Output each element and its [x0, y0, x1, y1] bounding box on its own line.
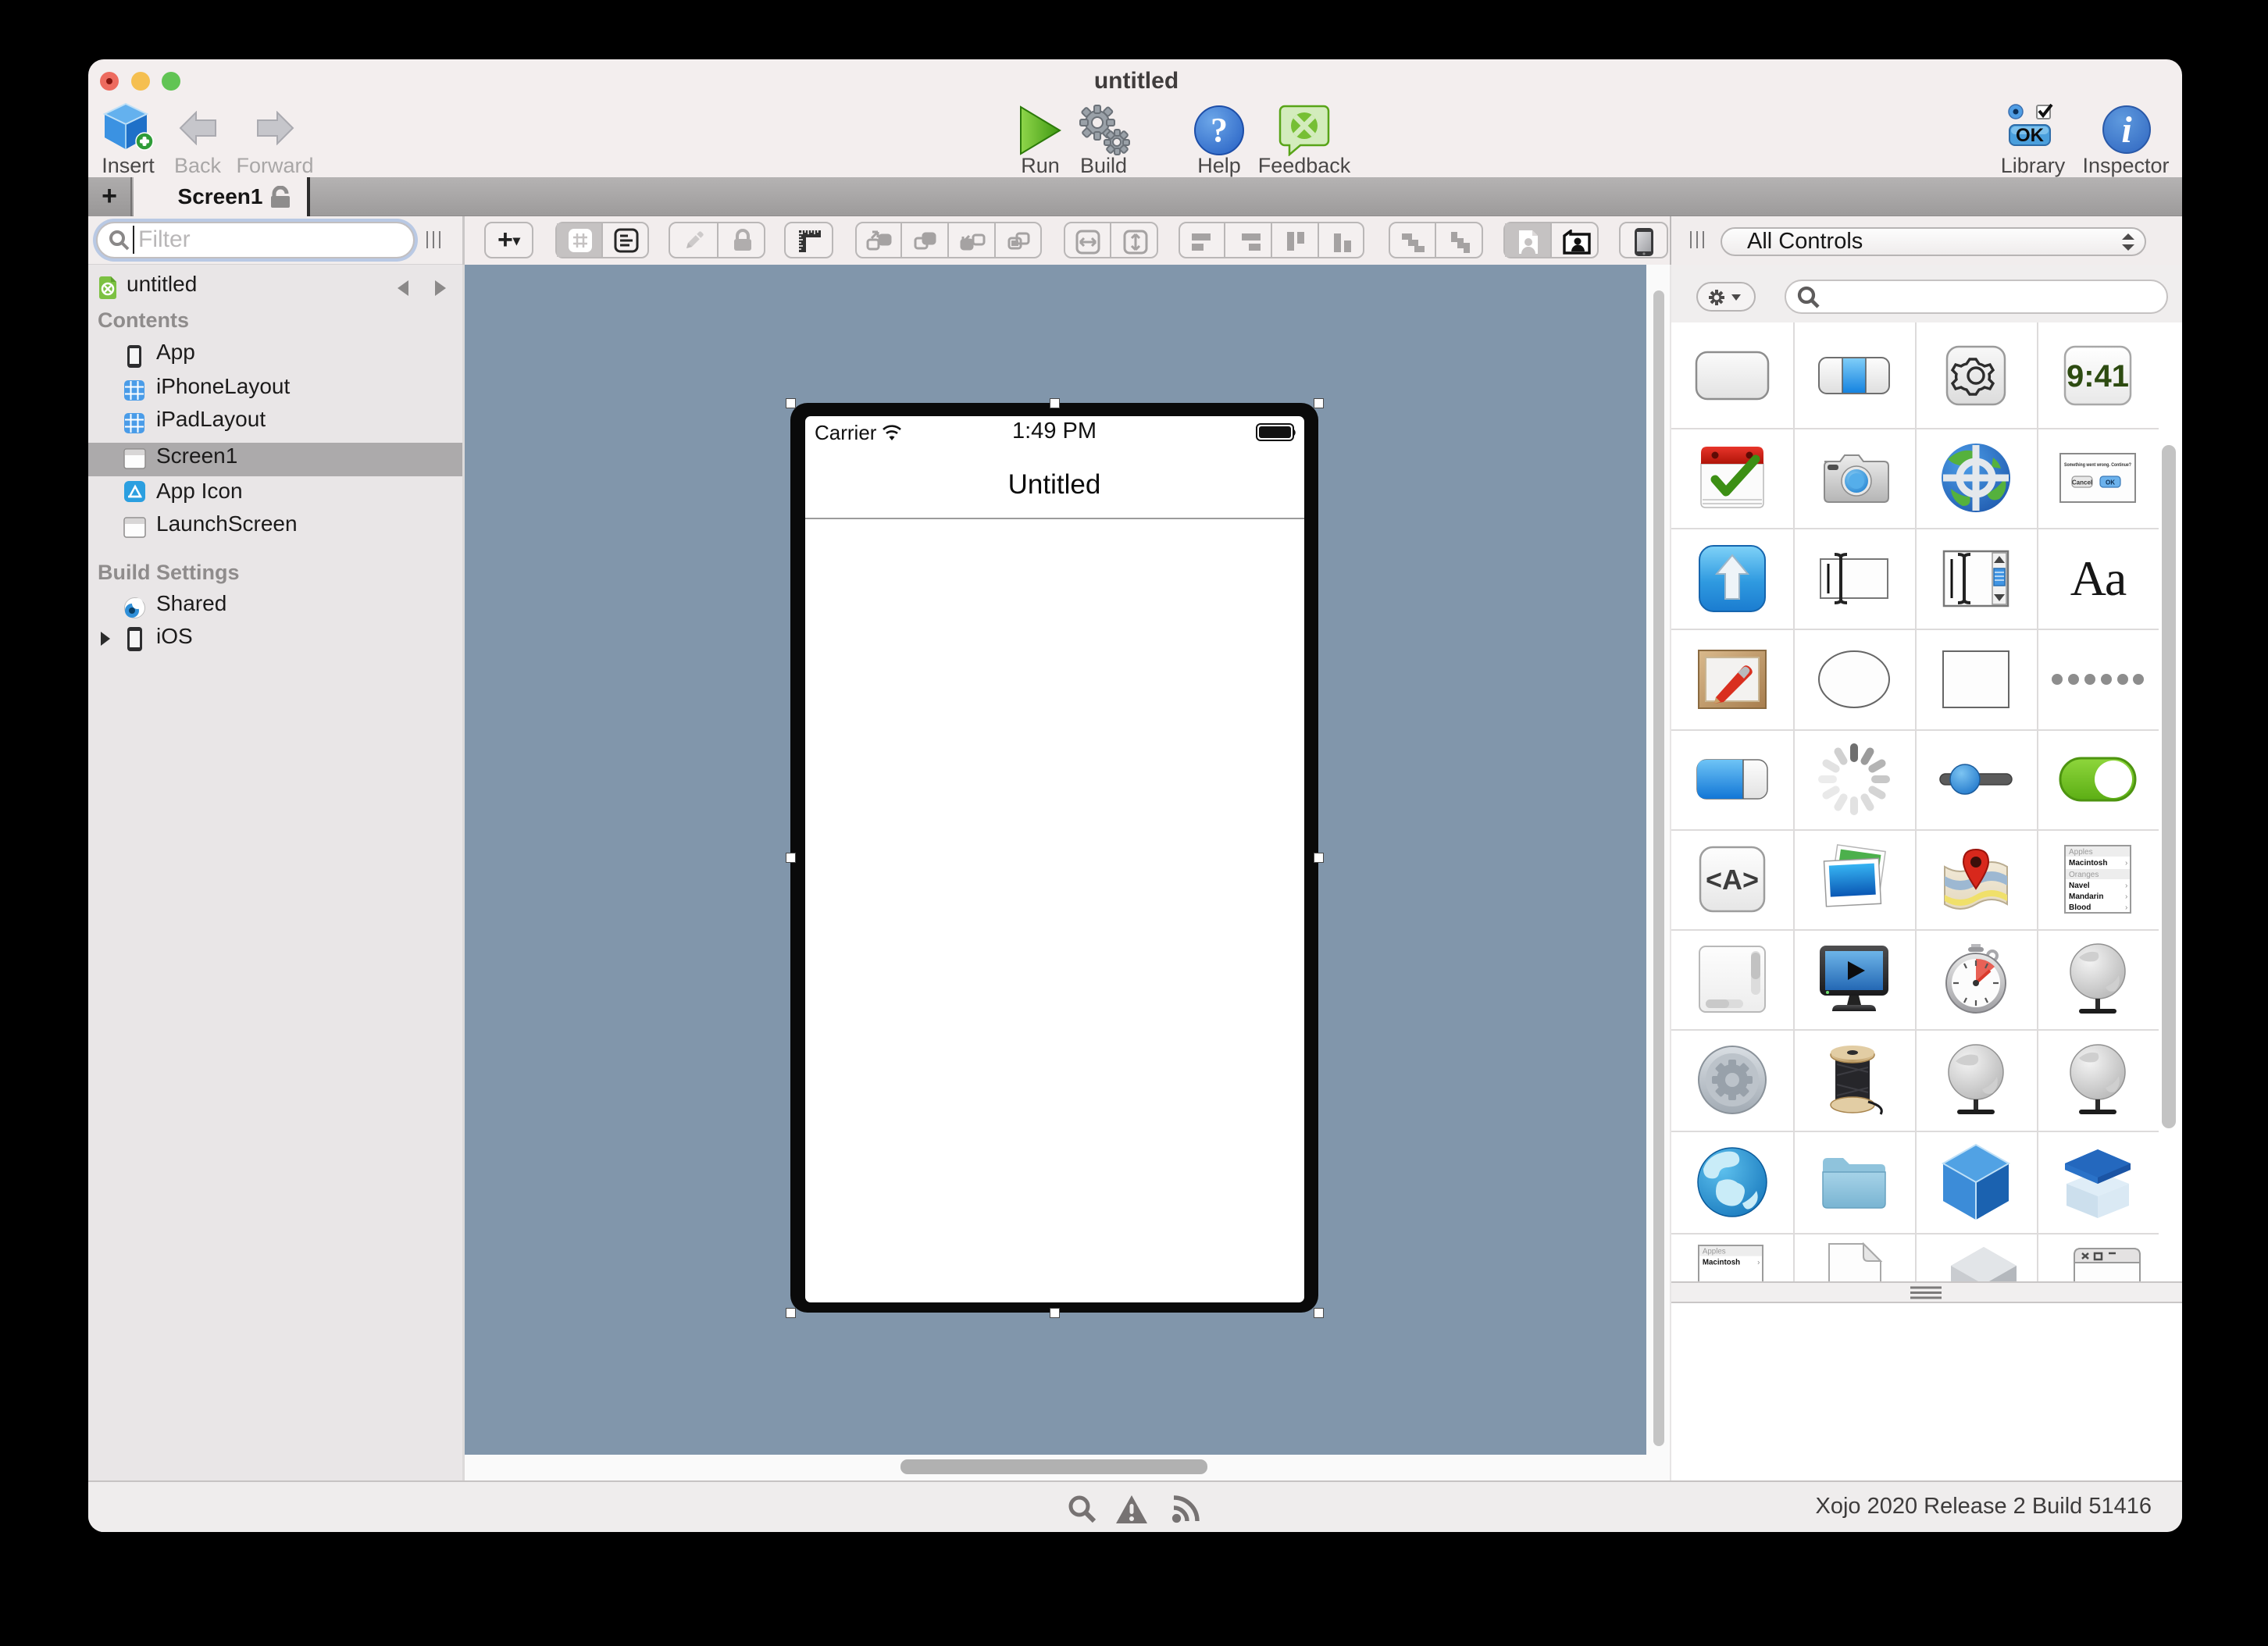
svg-text:›: ›	[2125, 903, 2127, 912]
svg-text:Navel: Navel	[2069, 882, 2090, 890]
svg-text:Macintosh: Macintosh	[1703, 1258, 1740, 1267]
svg-text:›: ›	[2125, 882, 2127, 890]
svg-text:Something went wrong. Continue: Something went wrong. Continue?	[2064, 462, 2131, 468]
svg-text:i: i	[2121, 109, 2132, 151]
svg-text:<A>: <A>	[1706, 864, 1759, 896]
svg-text:Apples: Apples	[2069, 848, 2093, 857]
svg-text:?: ?	[1211, 111, 1228, 149]
svg-text:›: ›	[1757, 1258, 1760, 1267]
svg-text:Apples: Apples	[1703, 1248, 1726, 1256]
svg-text:Mandarin: Mandarin	[2069, 892, 2103, 901]
svg-text:9:41: 9:41	[2067, 359, 2129, 394]
svg-text:Blood: Blood	[2069, 903, 2091, 912]
svg-text:OK: OK	[2106, 479, 2115, 486]
svg-text:Macintosh: Macintosh	[2069, 859, 2107, 868]
svg-text:OK: OK	[2016, 125, 2045, 146]
svg-text:›: ›	[2125, 892, 2127, 901]
svg-text:Oranges: Oranges	[2069, 871, 2099, 879]
svg-text:Cancel: Cancel	[2072, 479, 2092, 486]
svg-text:›: ›	[2125, 859, 2127, 868]
